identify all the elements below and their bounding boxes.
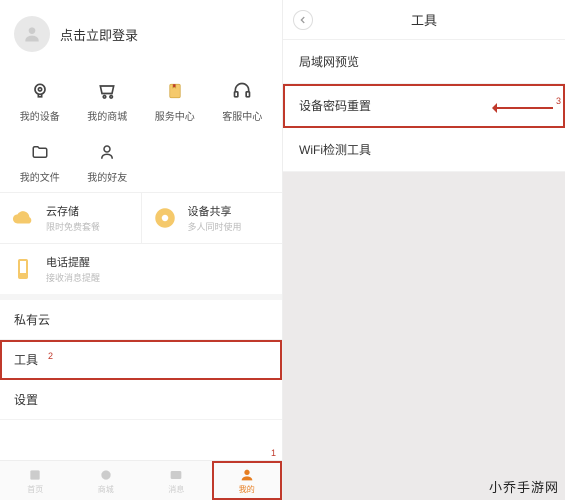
titlebar: 工具 [283,0,565,40]
profile-header[interactable]: 点击立即登录 [0,0,282,66]
tab-messages[interactable]: 消息 [141,461,212,500]
shortcut-support[interactable]: 客服中心 [209,74,277,127]
avatar [14,16,50,52]
section-private-cloud[interactable]: 私有云 [0,300,282,340]
back-button[interactable] [293,10,313,30]
headset-icon [229,78,255,104]
feature-sub: 多人同时使用 [188,220,242,233]
feature-sub: 限时免费套餐 [46,220,100,233]
section-tools[interactable]: 工具 2 [0,340,282,380]
annotation-2: 2 [48,351,53,361]
user-icon [239,467,255,483]
feature-title: 设备共享 [188,203,242,219]
camera-icon [27,78,53,104]
tab-label: 商城 [98,484,114,495]
cart-icon [94,78,120,104]
message-icon [168,467,184,483]
feature-sub: 接收消息提醒 [46,271,100,284]
login-prompt[interactable]: 点击立即登录 [60,25,138,44]
feature-row-2: 电话提醒 接收消息提醒 [0,243,282,294]
phone-icon [8,254,38,284]
shortcut-files[interactable]: 我的文件 [6,135,74,188]
profile-screen: 点击立即登录 我的设备 我的商城 服务中心 客服中心 我的文件 我的好友 [0,0,283,500]
section-label: 私有云 [14,313,50,327]
shortcut-label: 我的设备 [20,108,60,123]
shortcut-label: 服务中心 [155,108,195,123]
tab-profile[interactable]: 我的 [212,461,283,500]
section-list: 私有云 工具 2 设置 [0,294,282,420]
annotation-3: 3 [556,96,561,106]
feature-title: 云存储 [46,203,100,219]
book-icon [162,78,188,104]
home-icon [27,467,43,483]
tab-label: 我的 [239,484,255,495]
tab-label: 消息 [168,484,184,495]
feature-row-1: 云存储 限时免费套餐 设备共享 多人同时使用 [0,192,282,243]
tool-wifi-detect[interactable]: WiFi检测工具 [283,128,565,172]
feature-cloud-storage[interactable]: 云存储 限时免费套餐 [0,192,142,243]
shortcut-service[interactable]: 服务中心 [141,74,209,127]
chevron-left-icon [298,15,308,25]
tab-home[interactable]: 首页 [0,461,71,500]
tool-label: 局域网预览 [299,55,359,69]
user-icon [22,24,42,44]
shortcut-mall[interactable]: 我的商城 [74,74,142,127]
page-title: 工具 [411,10,437,29]
tool-lan-preview[interactable]: 局域网预览 [283,40,565,84]
section-label: 设置 [14,393,38,407]
shortcut-label: 客服中心 [222,108,262,123]
empty-area [283,172,565,500]
tools-screen: 工具 局域网预览 设备密码重置 WiFi检测工具 3 [283,0,565,500]
shortcut-devices[interactable]: 我的设备 [6,74,74,127]
shortcut-label: 我的文件 [20,169,60,184]
feature-title: 电话提醒 [46,254,100,270]
shortcut-grid: 我的设备 我的商城 服务中心 客服中心 我的文件 我的好友 [0,66,282,192]
feature-phone-alert[interactable]: 电话提醒 接收消息提醒 [0,243,282,294]
shortcut-friends[interactable]: 我的好友 [74,135,142,188]
shortcut-label: 我的商城 [87,108,127,123]
tool-label: 设备密码重置 [299,99,371,113]
cloud-icon [8,203,38,233]
watermark: 小乔手游网 [489,477,559,496]
folder-icon [27,139,53,165]
bottom-tabbar: 首页 商城 消息 我的 [0,460,282,500]
person-icon [94,139,120,165]
tool-label: WiFi检测工具 [299,143,371,157]
tools-list: 局域网预览 设备密码重置 WiFi检测工具 [283,40,565,172]
shortcut-label: 我的好友 [87,169,127,184]
grid-icon [98,467,114,483]
section-label: 工具 [14,353,38,367]
annotation-1: 1 [271,448,276,458]
share-icon [150,203,180,233]
tab-label: 首页 [27,484,43,495]
tab-mall[interactable]: 商城 [71,461,142,500]
tool-password-reset[interactable]: 设备密码重置 [283,84,565,128]
feature-device-share[interactable]: 设备共享 多人同时使用 [142,192,283,243]
section-settings[interactable]: 设置 [0,380,282,420]
annotation-arrow [493,107,553,109]
